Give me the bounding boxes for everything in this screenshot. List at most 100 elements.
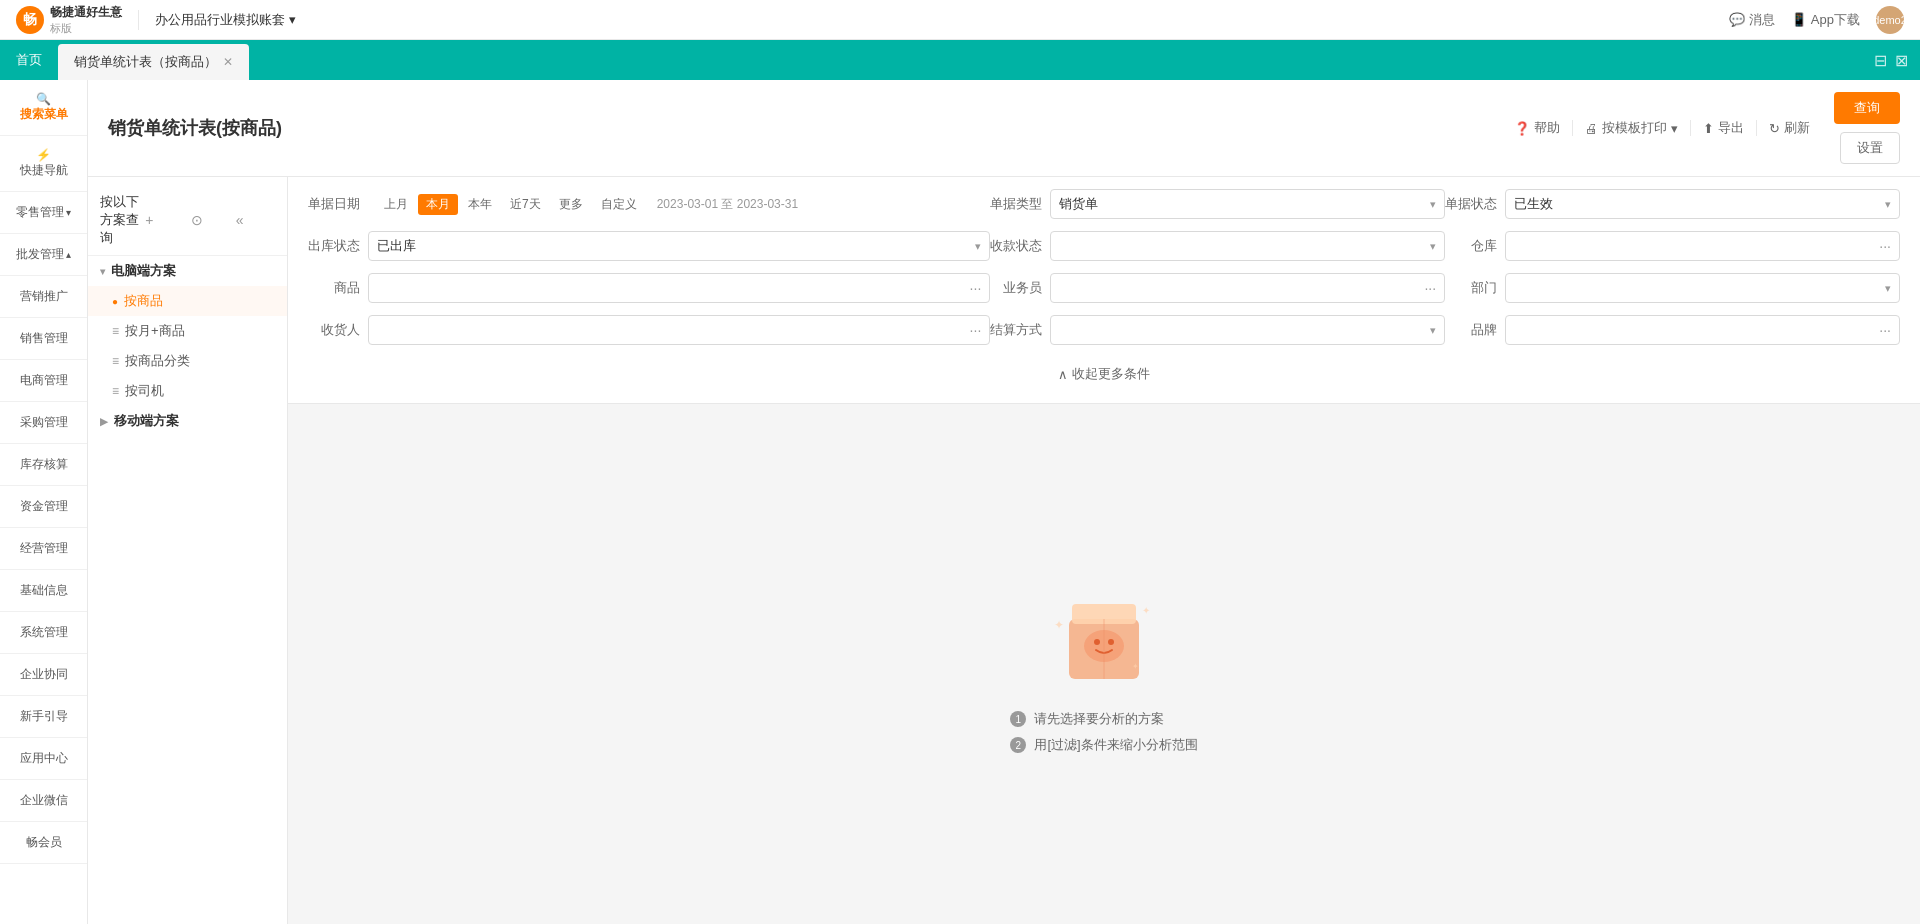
sidebar-item-inventory[interactable]: 库存核算 xyxy=(0,444,87,486)
divider1 xyxy=(1572,120,1573,136)
svg-point-4 xyxy=(1108,639,1114,645)
tab-sales-stat[interactable]: 销货单统计表（按商品） ✕ xyxy=(58,44,249,80)
date-tab-7days[interactable]: 近7天 xyxy=(502,194,549,215)
out-status-control[interactable]: 已出库 ▾ xyxy=(368,231,990,261)
topbar-right: 💬 消息 📱 App下载 demo2 xyxy=(1729,6,1904,34)
workspace-selector[interactable]: 办公用品行业模拟账套 ▾ xyxy=(155,11,296,29)
sidebar-item-marketing[interactable]: 营销推广 xyxy=(0,276,87,318)
warehouse-dots-icon[interactable]: ··· xyxy=(1879,238,1891,254)
dept-control[interactable]: ▾ xyxy=(1505,273,1900,303)
print-button[interactable]: 🖨 按模板打印 ▾ xyxy=(1585,119,1678,137)
payment-status-label: 收款状态 xyxy=(990,237,1050,255)
sidebar-item-corp[interactable]: 企业协同 xyxy=(0,654,87,696)
salesman-label: 业务员 xyxy=(990,279,1050,297)
topbar: 畅 畅捷通好生意 标版 办公用品行业模拟账套 ▾ 💬 消息 📱 App下载 de… xyxy=(0,0,1920,40)
doc-status-control[interactable]: 已生效 ▾ xyxy=(1505,189,1900,219)
receiver-dots-icon[interactable]: ··· xyxy=(970,322,982,338)
app-download-button[interactable]: 📱 App下载 xyxy=(1791,11,1860,29)
scheme-item-by-cashier[interactable]: ≡ 按司机 xyxy=(88,376,287,406)
collapse-panel-button[interactable]: « xyxy=(236,212,275,228)
maximize-icon[interactable]: ⊠ xyxy=(1895,51,1908,70)
brand-filter-item: 品牌 ··· xyxy=(1445,315,1900,345)
divider3 xyxy=(1756,120,1757,136)
goods-control[interactable]: ··· xyxy=(368,273,990,303)
settings-scheme-button[interactable]: ⊙ xyxy=(191,212,230,228)
scheme-item-by-goods-cat[interactable]: ≡ 按商品分类 xyxy=(88,346,287,376)
out-status-arrow-icon: ▾ xyxy=(975,240,981,253)
print-arrow-icon: ▾ xyxy=(1671,121,1678,136)
tabbar: 首页 销货单统计表（按商品） ✕ ⊟ ⊠ xyxy=(0,40,1920,80)
window-controls: ⊟ ⊠ xyxy=(1874,51,1920,70)
payment-status-filter-item: 收款状态 ▾ xyxy=(990,231,1445,261)
sidebar-item-quick-nav[interactable]: ⚡ 快捷导航 xyxy=(0,136,87,192)
sidebar-item-ecom[interactable]: 电商管理 xyxy=(0,360,87,402)
scheme-section-mobile-toggle[interactable]: ▶ 移动端方案 xyxy=(88,406,287,436)
salesman-control[interactable]: ··· xyxy=(1050,273,1445,303)
sidebar-item-vip[interactable]: 畅会员 xyxy=(0,822,87,864)
brand-control[interactable]: ··· xyxy=(1505,315,1900,345)
query-button[interactable]: 查询 xyxy=(1834,92,1900,124)
logo-area: 畅 畅捷通好生意 标版 xyxy=(16,4,122,36)
goods-dots-icon[interactable]: ··· xyxy=(970,280,982,296)
out-status-label: 出库状态 xyxy=(308,237,368,255)
sidebar-item-basic[interactable]: 基础信息 xyxy=(0,570,87,612)
page-actions: ❓ 帮助 🖨 按模板打印 ▾ ⬆ 导出 ↻ 刷新 xyxy=(1514,92,1900,176)
date-tab-last-month[interactable]: 上月 xyxy=(376,194,416,215)
date-filter-item: 单据日期 上月 本月 本年 近7天 更多 自定义 20 xyxy=(308,194,990,215)
sidebar-item-newbie[interactable]: 新手引导 xyxy=(0,696,87,738)
doc-type-control[interactable]: 销货单 ▾ xyxy=(1050,189,1445,219)
sidebar-item-system[interactable]: 系统管理 xyxy=(0,612,87,654)
message-icon: 💬 xyxy=(1729,12,1745,27)
scheme-item-by-goods[interactable]: ● 按商品 xyxy=(88,286,287,316)
out-status-filter-item: 出库状态 已出库 ▾ xyxy=(308,231,990,261)
settings-button[interactable]: 设置 xyxy=(1840,132,1900,164)
sidebar-item-finance[interactable]: 资金管理 xyxy=(0,486,87,528)
scheme-item-by-month-goods[interactable]: ≡ 按月+商品 xyxy=(88,316,287,346)
user-menu[interactable]: demo2 xyxy=(1876,6,1904,34)
tab-close-icon[interactable]: ✕ xyxy=(223,55,233,69)
tab-home[interactable]: 首页 xyxy=(0,40,58,80)
brand-dots-icon[interactable]: ··· xyxy=(1879,322,1891,338)
sidebar-item-ops[interactable]: 经营管理 xyxy=(0,528,87,570)
add-scheme-button[interactable]: + xyxy=(145,212,184,228)
date-tab-more[interactable]: 更多 xyxy=(551,194,591,215)
main-layout: 🔍 搜索菜单 ⚡ 快捷导航 零售管理 ▾ 批发管理 ▴ 营销推广 销售管理 电商… xyxy=(0,80,1920,924)
sidebar-item-apps[interactable]: 应用中心 xyxy=(0,738,87,780)
settle-control[interactable]: ▾ xyxy=(1050,315,1445,345)
warehouse-control[interactable]: ··· xyxy=(1505,231,1900,261)
message-button[interactable]: 💬 消息 xyxy=(1729,11,1775,29)
salesman-dots-icon[interactable]: ··· xyxy=(1424,280,1436,296)
export-button[interactable]: ⬆ 导出 xyxy=(1703,119,1744,137)
empty-illustration: ✦ ✦ ✦ xyxy=(1044,574,1164,694)
sidebar-item-wholesale[interactable]: 批发管理 ▴ xyxy=(0,234,87,276)
logo-icon: 畅 xyxy=(16,6,44,34)
scheme-section-pc-toggle[interactable]: ▾ 电脑端方案 xyxy=(88,256,287,286)
by-goods-cat-label: 按商品分类 xyxy=(125,352,190,370)
date-tabs: 上月 本月 本年 近7天 更多 自定义 xyxy=(376,194,645,215)
minimize-icon[interactable]: ⊟ xyxy=(1874,51,1887,70)
sidebar-item-wechat[interactable]: 企业微信 xyxy=(0,780,87,822)
collapse-button[interactable]: ∧ 收起更多条件 xyxy=(308,357,1900,391)
date-tab-custom[interactable]: 自定义 xyxy=(593,194,645,215)
svg-point-3 xyxy=(1094,639,1100,645)
help-button[interactable]: ❓ 帮助 xyxy=(1514,119,1560,137)
logo-sub: 标版 xyxy=(50,21,122,36)
sidebar-item-search[interactable]: 🔍 搜索菜单 xyxy=(0,80,87,136)
pc-section-toggle-icon: ▾ xyxy=(100,266,105,277)
doc-type-arrow-icon: ▾ xyxy=(1430,198,1436,211)
receiver-control[interactable]: ··· xyxy=(368,315,990,345)
out-status-value: 已出库 xyxy=(377,237,975,255)
sidebar-item-retail[interactable]: 零售管理 ▾ xyxy=(0,192,87,234)
sidebar: 🔍 搜索菜单 ⚡ 快捷导航 零售管理 ▾ 批发管理 ▴ 营销推广 销售管理 电商… xyxy=(0,80,88,924)
refresh-button[interactable]: ↻ 刷新 xyxy=(1769,119,1810,137)
quick-nav-icon: ⚡ xyxy=(4,148,83,162)
date-filter-label: 单据日期 xyxy=(308,195,368,213)
page-header: 销货单统计表(按商品) ❓ 帮助 🖨 按模板打印 ▾ ⬆ 导出 xyxy=(88,80,1920,177)
payment-status-control[interactable]: ▾ xyxy=(1050,231,1445,261)
warehouse-filter-item: 仓库 ··· xyxy=(1445,231,1900,261)
date-tab-this-month[interactable]: 本月 xyxy=(418,194,458,215)
sidebar-item-sales[interactable]: 销售管理 xyxy=(0,318,87,360)
date-tab-this-year[interactable]: 本年 xyxy=(460,194,500,215)
sidebar-item-purchase[interactable]: 采购管理 xyxy=(0,402,87,444)
retail-arrow-icon: ▾ xyxy=(66,207,71,218)
